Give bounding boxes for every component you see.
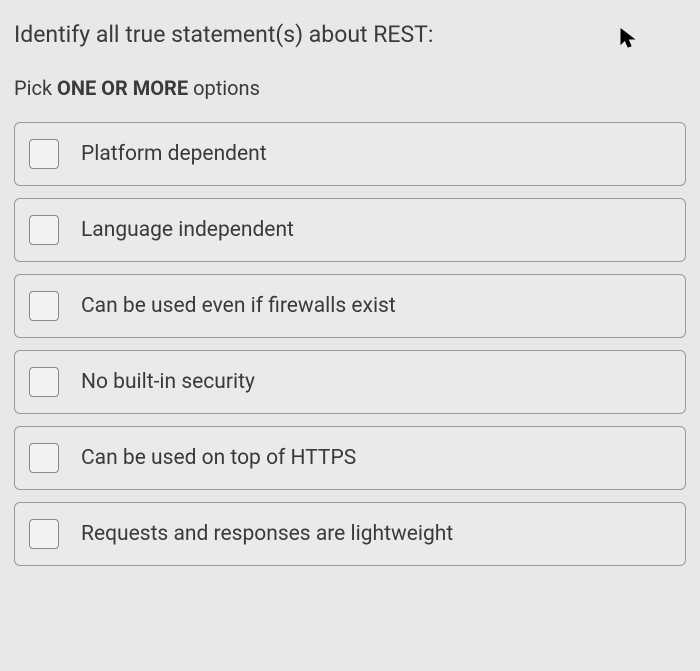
options-list: Platform dependent Language independent … [14,122,686,566]
instruction-strong: ONE OR MORE [57,76,188,100]
option-row[interactable]: Requests and responses are lightweight [14,502,686,566]
checkbox-icon[interactable] [29,139,59,169]
option-row[interactable]: Can be used on top of HTTPS [14,426,686,490]
instruction: Pick ONE OR MORE options [14,76,686,100]
checkbox-icon[interactable] [29,443,59,473]
question-title: Identify all true statement(s) about RES… [14,20,686,50]
checkbox-icon[interactable] [29,215,59,245]
option-label: Language independent [81,218,294,242]
checkbox-icon[interactable] [29,291,59,321]
checkbox-icon[interactable] [29,367,59,397]
option-label: Requests and responses are lightweight [81,522,453,546]
option-label: Platform dependent [81,142,267,166]
instruction-suffix: options [188,76,260,100]
instruction-prefix: Pick [14,76,57,100]
option-label: Can be used on top of HTTPS [81,446,356,470]
option-label: Can be used even if firewalls exist [81,294,396,318]
option-row[interactable]: Can be used even if firewalls exist [14,274,686,338]
checkbox-icon[interactable] [29,519,59,549]
option-row[interactable]: No built-in security [14,350,686,414]
option-label: No built-in security [81,370,255,394]
option-row[interactable]: Language independent [14,198,686,262]
option-row[interactable]: Platform dependent [14,122,686,186]
